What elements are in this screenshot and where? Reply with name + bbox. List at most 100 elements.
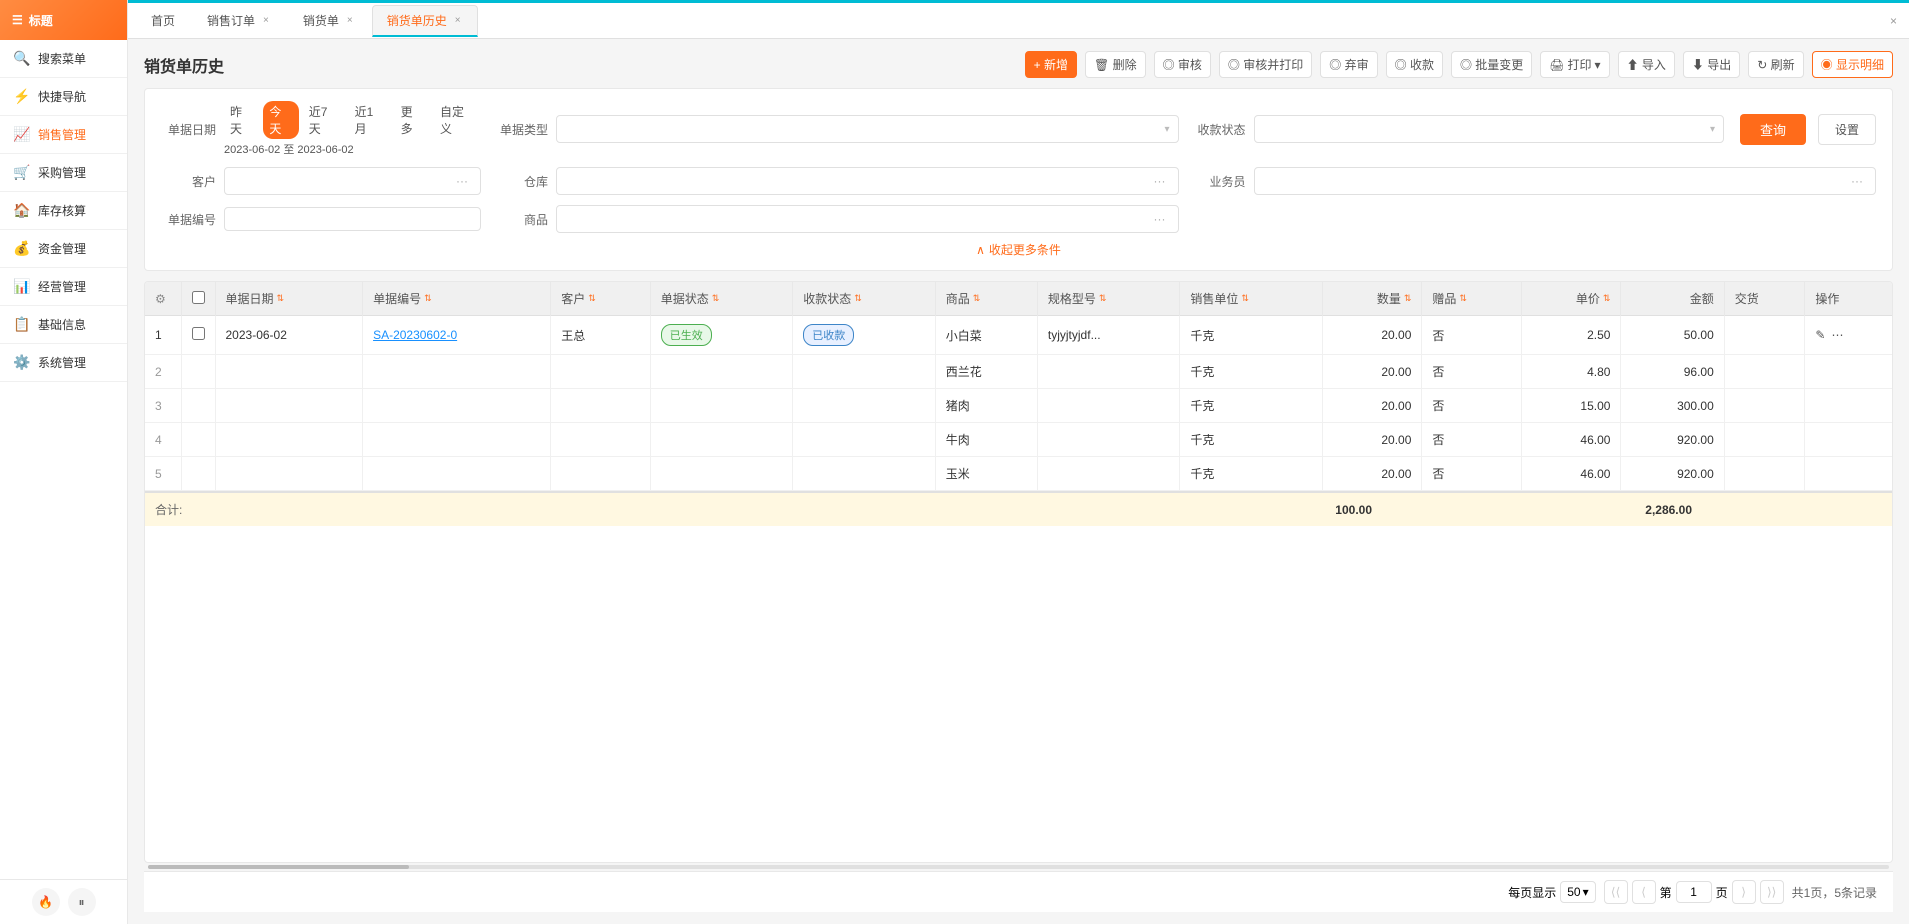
date-shortcut-yesterday[interactable]: 昨天: [224, 101, 259, 139]
collect-button[interactable]: ◎ 收款: [1386, 51, 1443, 78]
th-spec[interactable]: 规格型号 ⇅: [1037, 282, 1180, 316]
export-button[interactable]: ⬇ 导出: [1683, 51, 1740, 78]
page-prev-btn[interactable]: ⟨: [1632, 880, 1656, 904]
th-qty[interactable]: 数量 ⇅: [1322, 282, 1422, 316]
cell-checkbox[interactable]: [181, 355, 215, 389]
filter-settings-button[interactable]: 设置: [1818, 114, 1876, 145]
cell-checkbox[interactable]: [181, 389, 215, 423]
date-shortcut-1month[interactable]: 近1月: [349, 101, 391, 139]
abandon-button[interactable]: ◎ 弃审: [1320, 51, 1377, 78]
edit-icon[interactable]: ✎: [1815, 328, 1825, 342]
cell-spec: [1037, 355, 1180, 389]
cell-checkbox[interactable]: [181, 423, 215, 457]
filter-warehouse-input[interactable]: ···: [556, 167, 1179, 195]
filter-doc-type-select[interactable]: ▾: [556, 115, 1179, 143]
sidebar-item-finance[interactable]: 💰 资金管理: [0, 230, 127, 268]
sidebar-item-sys-admin[interactable]: ⚙️ 系统管理: [0, 344, 127, 382]
th-trade-label: 交货: [1735, 292, 1759, 306]
cell-checkbox[interactable]: [181, 457, 215, 491]
horizontal-scrollbar[interactable]: [144, 863, 1893, 871]
filter-salesman-input[interactable]: ···: [1254, 167, 1877, 195]
page-size-dropdown[interactable]: 50 ▾: [1560, 881, 1595, 903]
th-amount-label: 金额: [1690, 292, 1714, 306]
sidebar-item-label: 经营管理: [38, 278, 86, 295]
row-checkbox[interactable]: [192, 327, 205, 340]
new-button[interactable]: + 新增: [1025, 51, 1077, 78]
audit-print-button[interactable]: ◎ 审核并打印: [1219, 51, 1312, 78]
sidebar-pause-btn[interactable]: ⏸: [68, 888, 96, 916]
sidebar-item-label: 基础信息: [38, 316, 86, 333]
th-doc-no[interactable]: 单据编号 ⇅: [363, 282, 551, 316]
sidebar-item-basic-info[interactable]: 📋 基础信息: [0, 306, 127, 344]
sidebar-item-quick-nav[interactable]: ⚡ 快捷导航: [0, 78, 127, 116]
th-settings[interactable]: ⚙: [145, 282, 181, 316]
filter-customer-input[interactable]: ···: [224, 167, 481, 195]
collapse-filter-button[interactable]: ∧ 收起更多条件: [976, 241, 1061, 258]
filter-goods-input[interactable]: ···: [556, 205, 1179, 233]
cell-qty: 20.00: [1322, 316, 1422, 355]
th-checkbox[interactable]: [181, 282, 215, 316]
refresh-button[interactable]: ↻ 刷新: [1748, 51, 1803, 78]
th-customer[interactable]: 客户 ⇅: [551, 282, 651, 316]
tab-sales-order[interactable]: 销售订单 ×: [192, 5, 286, 37]
batch-change-button[interactable]: ◎ 批量变更: [1451, 51, 1532, 78]
filter-salesman-cell: 业务员 ···: [1191, 167, 1877, 195]
window-close-btn[interactable]: ×: [1886, 14, 1901, 28]
date-range-text: 2023-06-02 至 2023-06-02: [224, 141, 481, 157]
cell-unit: 千克: [1180, 389, 1323, 423]
th-price[interactable]: 单价 ⇅: [1521, 282, 1621, 316]
sidebar-item-search-menu[interactable]: 🔍 搜索菜单: [0, 40, 127, 78]
filter-doc-no-input[interactable]: [224, 207, 481, 231]
goods-ellipsis[interactable]: ···: [1150, 212, 1170, 226]
cell-date: [215, 355, 363, 389]
cell-trade: [1724, 316, 1805, 355]
import-button[interactable]: ⬆ 导入: [1618, 51, 1675, 78]
sidebar-fire-btn[interactable]: 🔥: [32, 888, 60, 916]
table-row: 3 猪肉 千克 20.00 否 15.00 300.00: [145, 389, 1892, 423]
date-shortcut-today[interactable]: 今天: [263, 101, 298, 139]
tab-sales-history-label: 销货单历史: [387, 12, 447, 29]
tab-sales-history-close[interactable]: ×: [453, 13, 463, 28]
qty-sort-icon: ⇅: [1404, 293, 1412, 304]
delete-button[interactable]: 🗑 删除: [1085, 51, 1146, 78]
th-date[interactable]: 单据日期 ⇅: [215, 282, 363, 316]
sidebar-item-purchase-mgmt[interactable]: 🛒 采购管理: [0, 154, 127, 192]
warehouse-ellipsis[interactable]: ···: [1150, 174, 1170, 188]
th-doc-status[interactable]: 单据状态 ⇅: [650, 282, 793, 316]
date-shortcut-more[interactable]: 更多: [395, 101, 430, 139]
salesman-ellipsis[interactable]: ···: [1847, 174, 1867, 188]
th-goods[interactable]: 商品 ⇅: [935, 282, 1037, 316]
date-shortcut-7days[interactable]: 近7天: [303, 101, 345, 139]
cell-trade: [1724, 423, 1805, 457]
cell-payment-status: [793, 355, 936, 389]
more-icon[interactable]: ⋯: [1831, 328, 1843, 342]
page-last-btn[interactable]: ⟩⟩: [1760, 880, 1784, 904]
sidebar-item-operations[interactable]: 📊 经营管理: [0, 268, 127, 306]
cell-row-no: 4: [145, 423, 181, 457]
doc-no-link[interactable]: SA-20230602-0: [373, 328, 457, 342]
sidebar-item-inventory[interactable]: 🏠 库存核算: [0, 192, 127, 230]
page-number-input[interactable]: [1676, 881, 1712, 903]
page-first-btn[interactable]: ⟨⟨: [1604, 880, 1628, 904]
date-shortcut-custom[interactable]: 自定义: [434, 101, 481, 139]
tab-sales-delivery-close[interactable]: ×: [345, 13, 355, 28]
tab-home[interactable]: 首页: [136, 5, 190, 37]
th-gift[interactable]: 赠品 ⇅: [1422, 282, 1522, 316]
filter-payment-status-select[interactable]: ▾: [1254, 115, 1724, 143]
display-detail-button[interactable]: ◉ 显示明细: [1812, 51, 1893, 78]
tab-sales-delivery[interactable]: 销货单 ×: [288, 5, 370, 37]
audit-button[interactable]: ◎ 审核: [1154, 51, 1211, 78]
customer-ellipsis[interactable]: ···: [452, 174, 472, 188]
sidebar-item-sales-mgmt[interactable]: 📈 销售管理: [0, 116, 127, 154]
tab-sales-order-close[interactable]: ×: [261, 13, 271, 28]
cell-checkbox[interactable]: [181, 316, 215, 355]
page-next-btn[interactable]: ⟩: [1732, 880, 1756, 904]
th-payment-status[interactable]: 收款状态 ⇅: [793, 282, 936, 316]
tab-sales-history[interactable]: 销货单历史 ×: [372, 5, 478, 37]
search-button[interactable]: 查询: [1740, 114, 1806, 145]
print-button[interactable]: 🖨 打印 ▾: [1540, 51, 1609, 78]
select-all-checkbox[interactable]: [192, 291, 205, 304]
th-unit[interactable]: 销售单位 ⇅: [1180, 282, 1323, 316]
settings-gear-icon[interactable]: ⚙: [155, 292, 166, 306]
cell-spec: tyjyjtyjdf...: [1037, 316, 1180, 355]
